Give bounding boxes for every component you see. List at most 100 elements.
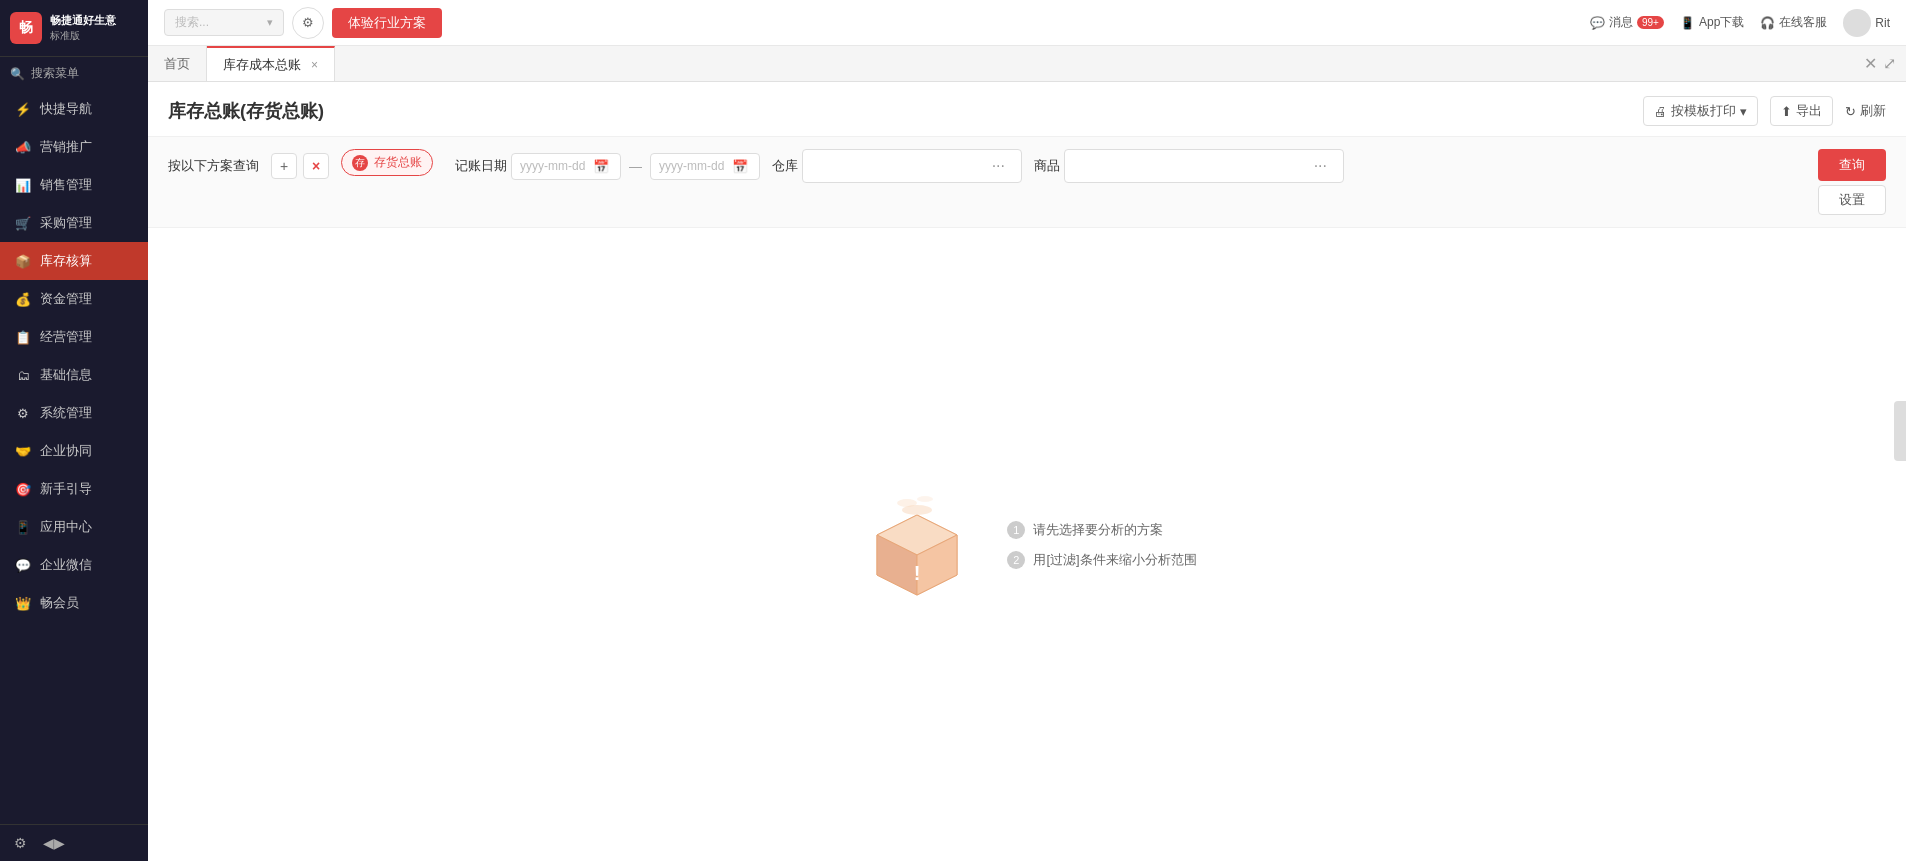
industry-btn[interactable]: 体验行业方案 [332,8,442,38]
warehouse-more-btn[interactable]: ··· [986,155,1011,177]
sidebar-item-marketing[interactable]: 📣 营销推广 [0,128,148,166]
sidebar-item-wechat[interactable]: 💬 企业微信 [0,546,148,584]
sidebar-item-cooperation[interactable]: 🤝 企业协同 [0,432,148,470]
topbar-settings-button[interactable]: ⚙ [292,7,324,39]
empty-illustration: ! [857,485,977,605]
sidebar-item-finance[interactable]: 💰 资金管理 [0,280,148,318]
right-panel-collapse[interactable] [1894,401,1906,461]
breadcrumb-dropdown-icon[interactable]: ▾ [267,16,273,29]
date-end-input[interactable]: yyyy-mm-dd 📅 [650,153,760,180]
refresh-icon: ↻ [1845,104,1856,119]
filter-scheme[interactable]: 存 存货总账 [341,149,433,176]
member-icon: 👑 [14,594,32,612]
date-start-input[interactable]: yyyy-mm-dd 📅 [511,153,621,180]
close-panel-icon[interactable]: ✕ [1864,54,1877,73]
print-btn[interactable]: 🖨 按模板打印 ▾ [1643,96,1758,126]
calendar-end-icon: 📅 [732,159,748,174]
basic-info-icon: 🗂 [14,366,32,384]
messages-btn[interactable]: 💬 消息 99+ [1590,14,1664,31]
breadcrumb-input[interactable]: 搜索... ▾ [164,9,284,36]
search-btn-group: 查询 设置 [1818,149,1886,215]
query-btn[interactable]: 查询 [1818,149,1886,181]
product-input[interactable]: ··· [1064,149,1344,183]
sidebar-item-newbie[interactable]: 🎯 新手引导 [0,470,148,508]
app-download-btn[interactable]: 📱 App下载 [1680,14,1744,31]
export-btn[interactable]: ⬆ 导出 [1770,96,1833,126]
svg-text:!: ! [914,562,921,584]
filter-close-btn[interactable]: × [303,153,329,179]
sidebar-item-operations[interactable]: 📋 经营管理 [0,318,148,356]
print-dropdown-icon: ▾ [1740,104,1747,119]
tab-home[interactable]: 首页 [148,46,207,81]
product-more-btn[interactable]: ··· [1308,155,1333,177]
sidebar-nav: ⚡ 快捷导航 📣 营销推广 📊 销售管理 🛒 采购管理 📦 库存核算 💰 资金管… [0,90,148,824]
message-badge: 99+ [1637,16,1664,29]
inventory-icon: 📦 [14,252,32,270]
expand-panel-icon[interactable]: ⤢ [1883,54,1896,73]
printer-icon: 🖨 [1654,104,1667,119]
search-fields: 记账日期 yyyy-mm-dd 📅 — yyyy-mm-dd 📅 仓库 [445,149,1806,183]
date-separator: — [629,159,642,174]
scheme-icon: 存 [352,155,368,171]
sidebar-item-inventory[interactable]: 📦 库存核算 [0,242,148,280]
tip-item-1: 1 请先选择要分析的方案 [1007,521,1196,539]
export-icon: ⬆ [1781,104,1792,119]
sidebar-item-basic-info[interactable]: 🗂 基础信息 [0,356,148,394]
svg-point-7 [917,496,933,502]
logo-text: 畅捷通好生意 标准版 [50,13,116,42]
filter-add-buttons: + × [271,149,329,179]
main-area: 搜索... ▾ ⚙ 体验行业方案 💬 消息 99+ 📱 App下载 🎧 在线客服 [148,0,1906,861]
tip-item-2: 2 用[过滤]条件来缩小分析范围 [1007,551,1196,569]
search-icon: 🔍 [10,67,25,81]
page-header: 库存总账(存货总账) 🖨 按模板打印 ▾ ⬆ 导出 ↻ 刷新 [148,82,1906,137]
avatar [1843,9,1871,37]
empty-tips: 1 请先选择要分析的方案 2 用[过滤]条件来缩小分析范围 [1007,521,1196,569]
tab-inventory-ledger[interactable]: 库存成本总账 × [207,46,335,81]
filter-add-btn[interactable]: + [271,153,297,179]
finance-icon: 💰 [14,290,32,308]
tab-close-icon[interactable]: × [311,58,318,72]
topbar-right: 💬 消息 99+ 📱 App下载 🎧 在线客服 Rit [1590,9,1890,37]
product-label: 商品 [1034,157,1060,175]
warehouse-field-group: 仓库 ··· [772,149,1022,183]
sidebar-item-app-center[interactable]: 📱 应用中心 [0,508,148,546]
system-icon: ⚙ [14,404,32,422]
online-service-btn[interactable]: 🎧 在线客服 [1760,14,1827,31]
date-field-group: 记账日期 yyyy-mm-dd 📅 — yyyy-mm-dd 📅 [455,153,760,180]
topbar: 搜索... ▾ ⚙ 体验行业方案 💬 消息 99+ 📱 App下载 🎧 在线客服 [148,0,1906,46]
sidebar-item-system[interactable]: ⚙ 系统管理 [0,394,148,432]
message-icon: 💬 [1590,16,1605,30]
page-title: 库存总账(存货总账) [168,99,324,123]
sidebar-search-item[interactable]: 🔍 搜索菜单 [0,57,148,90]
sidebar-item-purchase[interactable]: 🛒 采购管理 [0,204,148,242]
sidebar-settings-icon[interactable]: ⚙ [14,835,27,851]
headset-icon: 🎧 [1760,16,1775,30]
empty-state: ! 1 请先选择要分析的方案 2 用[过滤]条件来缩小分析范围 [148,228,1906,861]
tip-num-2: 2 [1007,551,1025,569]
sales-icon: 📊 [14,176,32,194]
tip-num-1: 1 [1007,521,1025,539]
calendar-icon: 📅 [593,159,609,174]
operations-icon: 📋 [14,328,32,346]
tabs-bar: 首页 库存成本总账 × ✕ ⤢ [148,46,1906,82]
tab-panel-close: ✕ ⤢ [1854,54,1906,73]
wechat-icon: 💬 [14,556,32,574]
user-profile[interactable]: Rit [1843,9,1890,37]
filter-label: 按以下方案查询 [168,149,259,175]
sidebar-item-member[interactable]: 👑 畅会员 [0,584,148,622]
sidebar: 畅 畅捷通好生意 标准版 🔍 搜索菜单 ⚡ 快捷导航 📣 营销推广 📊 销售管理… [0,0,148,861]
topbar-left: 搜索... ▾ ⚙ 体验行业方案 [164,7,1580,39]
quick-nav-icon: ⚡ [14,100,32,118]
sidebar-item-sales[interactable]: 📊 销售管理 [0,166,148,204]
app-center-icon: 📱 [14,518,32,536]
warehouse-input[interactable]: ··· [802,149,1022,183]
cooperation-icon: 🤝 [14,442,32,460]
sidebar-collapse-icon[interactable]: ◀▶ [43,835,65,851]
content-area: 库存总账(存货总账) 🖨 按模板打印 ▾ ⬆ 导出 ↻ 刷新 按以下方案查询 [148,82,1906,861]
phone-icon: 📱 [1680,16,1695,30]
filter-area: 按以下方案查询 + × 存 存货总账 记账日期 yyyy-mm-dd [148,137,1906,228]
newbie-icon: 🎯 [14,480,32,498]
settings-config-btn[interactable]: 设置 [1818,185,1886,215]
refresh-btn[interactable]: ↻ 刷新 [1845,102,1886,120]
sidebar-item-quick-nav[interactable]: ⚡ 快捷导航 [0,90,148,128]
